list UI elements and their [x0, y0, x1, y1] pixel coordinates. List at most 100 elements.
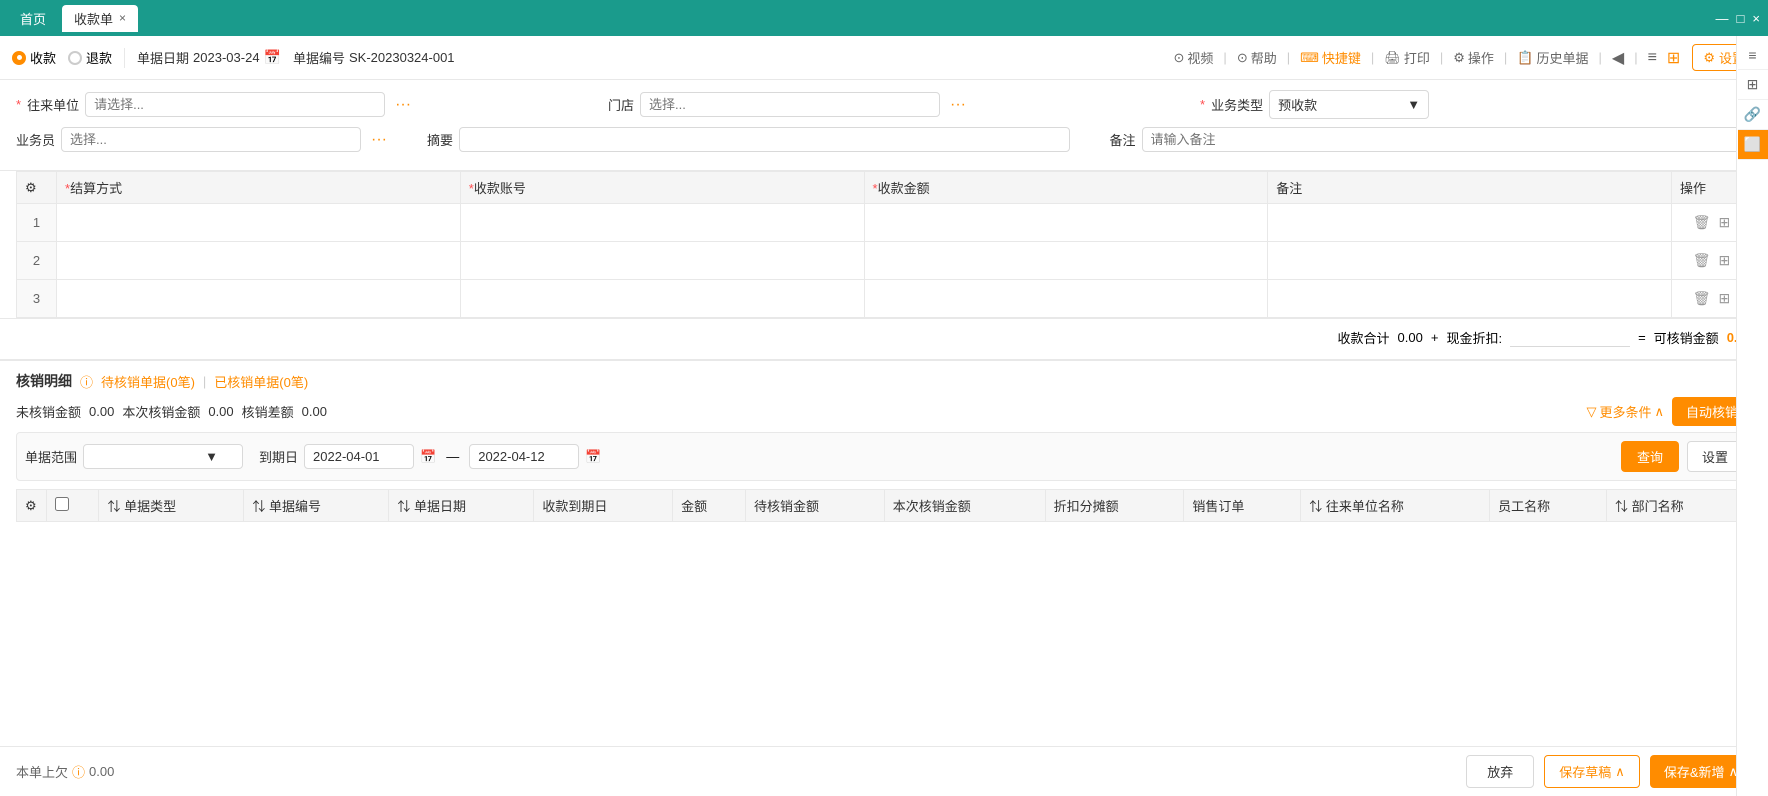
tab-receipt[interactable]: 收款单 × [62, 5, 138, 32]
table-row: 3 🗑 ⊞ [17, 280, 1752, 318]
staff-input[interactable] [61, 127, 361, 152]
delete-icon-2[interactable]: 🗑 [1693, 252, 1711, 269]
close-btn[interactable]: × [1752, 11, 1760, 26]
business-type-value: 预收款 [1278, 95, 1317, 114]
settle-method-1[interactable] [57, 204, 461, 242]
receipt-account-1[interactable] [460, 204, 864, 242]
receipt-account-3[interactable] [460, 280, 864, 318]
query-btn[interactable]: 查询 [1621, 441, 1679, 472]
maximize-btn[interactable]: □ [1737, 11, 1745, 26]
receipt-amount-input-3[interactable] [865, 280, 1268, 317]
total-label: 收款合计 [1338, 328, 1390, 347]
receipt-account-input-1[interactable] [461, 204, 864, 241]
copy-icon-1[interactable]: ⊞ [1719, 214, 1731, 231]
history-btn[interactable]: 📋 历史单据 [1517, 48, 1588, 67]
business-type-select[interactable]: 预收款 ▼ [1269, 90, 1429, 119]
chevron-up-icon-2: ∧ [1615, 764, 1625, 780]
help-icon: ⊙ [1237, 50, 1248, 66]
receipt-amount-input-2[interactable] [865, 242, 1268, 279]
delete-icon-3[interactable]: 🗑 [1693, 290, 1711, 307]
filter-icon: ▽ [1586, 404, 1596, 420]
copy-icon-2[interactable]: ⊞ [1719, 252, 1731, 269]
minimize-btn[interactable]: — [1716, 11, 1729, 26]
summary-input[interactable] [459, 127, 1069, 152]
more-conditions-link[interactable]: ▽ 更多条件 ∧ [1586, 402, 1664, 421]
refund-radio[interactable]: 退款 [68, 48, 112, 67]
tab-home[interactable]: 首页 [8, 5, 58, 32]
store-dots[interactable]: ··· [950, 96, 966, 114]
remark-3[interactable] [1268, 280, 1672, 318]
partner-input[interactable] [85, 92, 385, 117]
sidebar-icon-1[interactable]: ≡ [1738, 40, 1768, 70]
abandon-btn[interactable]: 放弃 [1466, 755, 1534, 788]
receipt-radio[interactable]: 收款 [12, 48, 56, 67]
remark-input-3[interactable] [1268, 280, 1671, 317]
remark-2[interactable] [1268, 242, 1672, 280]
tab-close-icon[interactable]: × [119, 11, 126, 25]
due-date-label: 到期日 [259, 447, 298, 466]
print-btn[interactable]: 🖨 打印 [1384, 48, 1430, 67]
main-content: 收款 退款 单据日期 2023-03-24 📅 单据编号 SK-20230324… [0, 36, 1768, 796]
row-num-2: 2 [17, 242, 57, 280]
receipt-account-input-3[interactable] [461, 280, 864, 317]
current-verify-header: 本次核销金额 [884, 490, 1045, 522]
save-new-label: 保存&新增 [1664, 762, 1725, 781]
remark-input[interactable] [1142, 127, 1752, 152]
partner-name-header: ⇅ 往来单位名称 [1301, 490, 1490, 522]
pending-tab[interactable]: 待核销单据(0笔) [101, 372, 195, 391]
remark-input-1[interactable] [1268, 204, 1671, 241]
date-from-input[interactable] [304, 444, 414, 469]
store-input[interactable] [640, 92, 940, 117]
sidebar-icon-2[interactable]: ⊞ [1738, 70, 1768, 100]
sidebar-icon-4[interactable]: ⬜ [1738, 130, 1768, 160]
receipt-amount-input-1[interactable] [865, 204, 1268, 241]
shortcut-btn[interactable]: ⌨ 快捷键 [1300, 48, 1361, 67]
settle-method-3[interactable] [57, 280, 461, 318]
right-sidebar: ≡ ⊞ 🔗 ⬜ [1736, 36, 1768, 796]
settle-method-input-1[interactable] [57, 204, 460, 241]
remark-1[interactable] [1268, 204, 1672, 242]
verify-left: 核销明细 ⓘ 待核销单据(0笔) | 已核销单据(0笔) [16, 371, 308, 391]
receipt-amount-2[interactable] [864, 242, 1268, 280]
receipt-amount-1[interactable] [864, 204, 1268, 242]
settle-method-2[interactable] [57, 242, 461, 280]
video-label: 视频 [1187, 48, 1213, 67]
discount-input[interactable] [1510, 327, 1630, 347]
calendar-icon[interactable]: 📅 [264, 49, 281, 66]
check-all-header[interactable]: ⚙ [17, 490, 47, 522]
done-tab[interactable]: 已核销单据(0笔) [214, 372, 308, 391]
grid-view-icon[interactable]: ⊞ [1667, 48, 1680, 68]
verify-filters: 单据范围 ▼ 到期日 📅 — 📅 查询 设置 [16, 432, 1752, 481]
remark-input-2[interactable] [1268, 242, 1671, 279]
draft-btn[interactable]: 保存草稿 ∧ [1544, 755, 1640, 788]
sidebar-icon-3[interactable]: 🔗 [1738, 100, 1768, 130]
settings-col-header[interactable]: ⚙ [17, 172, 57, 204]
delete-icon-1[interactable]: 🗑 [1693, 214, 1711, 231]
form-row-1: * 往来单位 ··· 门店 ··· * 业务类型 预收款 ▼ [16, 90, 1752, 119]
partner-dots[interactable]: ··· [395, 96, 411, 114]
verify-table: ⚙ ⇅ 单据类型 ⇅ 单据编号 [16, 489, 1752, 522]
staff-dots[interactable]: ··· [371, 131, 387, 149]
operate-btn[interactable]: ⚙ 操作 [1453, 48, 1494, 67]
list-view-icon[interactable]: ≡ [1648, 49, 1657, 67]
range-select[interactable]: ▼ [83, 444, 243, 469]
help-btn[interactable]: ⊙ 帮助 [1237, 48, 1277, 67]
current-label: 本次核销金额 [122, 402, 200, 421]
check-all-checkbox[interactable] [55, 497, 69, 511]
settle-method-input-3[interactable] [57, 280, 460, 317]
nav-prev-icon[interactable]: ◀ [1612, 48, 1624, 68]
receipt-account-input-2[interactable] [461, 242, 864, 279]
check-col-header[interactable] [47, 490, 99, 522]
settle-method-header: *结算方式 [57, 172, 461, 204]
date-field: 单据日期 2023-03-24 📅 [137, 48, 281, 67]
receipt-account-2[interactable] [460, 242, 864, 280]
date-to-input[interactable] [469, 444, 579, 469]
calendar-from-icon[interactable]: 📅 [420, 449, 436, 465]
calendar-to-icon[interactable]: 📅 [585, 449, 601, 465]
copy-icon-3[interactable]: ⊞ [1719, 290, 1731, 307]
sort-icon-2: ⇅ [252, 499, 265, 514]
filter-settings-btn[interactable]: 设置 [1687, 441, 1743, 472]
receipt-amount-3[interactable] [864, 280, 1268, 318]
settle-method-input-2[interactable] [57, 242, 460, 279]
video-btn[interactable]: ⊙ 视频 [1174, 48, 1214, 67]
